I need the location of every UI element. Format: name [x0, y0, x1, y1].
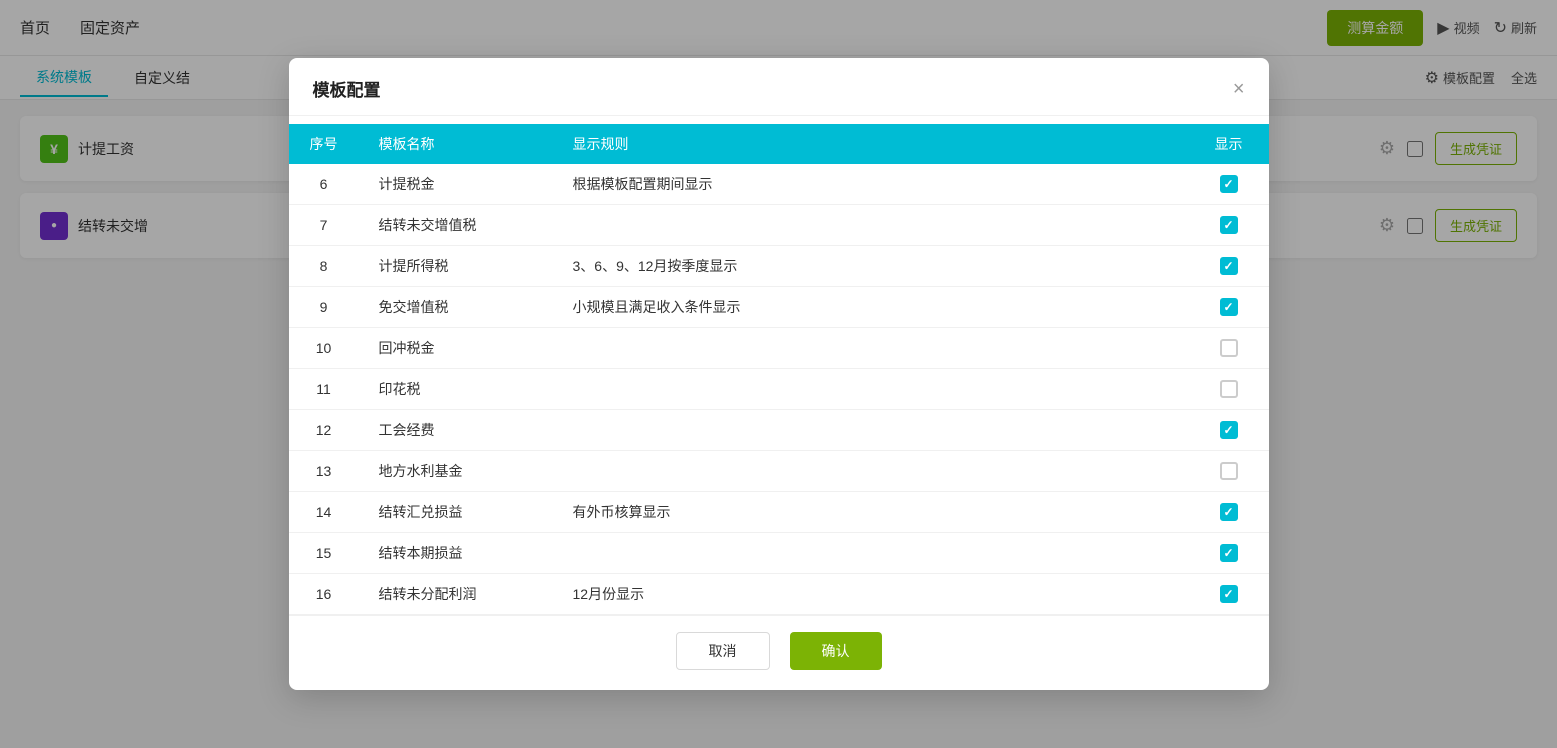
- row-name: 结转未分配利润: [359, 574, 559, 615]
- row-id: 11: [289, 369, 359, 410]
- table-row: 6计提税金根据模板配置期间显示: [289, 164, 1269, 205]
- modal-title: 模板配置: [313, 76, 381, 101]
- row-checkbox-16[interactable]: [1220, 585, 1238, 603]
- row-name: 结转汇兑损益: [359, 492, 559, 533]
- row-checkbox-10[interactable]: [1220, 339, 1238, 357]
- col-header-display: 显示: [1189, 124, 1269, 164]
- row-rule: [559, 410, 1189, 451]
- row-checkbox-cell: [1189, 205, 1269, 246]
- table-row: 16结转未分配利润12月份显示: [289, 574, 1269, 615]
- row-rule: [559, 451, 1189, 492]
- row-id: 16: [289, 574, 359, 615]
- row-checkbox-7[interactable]: [1220, 216, 1238, 234]
- col-header-rule: 显示规则: [559, 124, 1189, 164]
- row-name: 印花税: [359, 369, 559, 410]
- modal-overlay: 模板配置 × 序号 模板名称 显示规则 显示 6计提税金根据模板配置期间显示7结…: [0, 0, 1557, 748]
- row-name: 工会经费: [359, 410, 559, 451]
- row-id: 7: [289, 205, 359, 246]
- row-checkbox-cell: [1189, 328, 1269, 369]
- row-checkbox-cell: [1189, 164, 1269, 205]
- row-name: 结转本期损益: [359, 533, 559, 574]
- modal-body: 序号 模板名称 显示规则 显示 6计提税金根据模板配置期间显示7结转未交增值税8…: [289, 116, 1269, 615]
- row-id: 14: [289, 492, 359, 533]
- table-row: 11印花税: [289, 369, 1269, 410]
- table-row: 12工会经费: [289, 410, 1269, 451]
- row-id: 12: [289, 410, 359, 451]
- row-rule: 根据模板配置期间显示: [559, 164, 1189, 205]
- row-checkbox-14[interactable]: [1220, 503, 1238, 521]
- row-name: 地方水利基金: [359, 451, 559, 492]
- row-rule: [559, 369, 1189, 410]
- row-checkbox-9[interactable]: [1220, 298, 1238, 316]
- row-checkbox-12[interactable]: [1220, 421, 1238, 439]
- row-name: 免交增值税: [359, 287, 559, 328]
- row-id: 6: [289, 164, 359, 205]
- row-checkbox-cell: [1189, 246, 1269, 287]
- row-name: 计提税金: [359, 164, 559, 205]
- row-checkbox-11[interactable]: [1220, 380, 1238, 398]
- row-checkbox-13[interactable]: [1220, 462, 1238, 480]
- table-row: 15结转本期损益: [289, 533, 1269, 574]
- row-id: 8: [289, 246, 359, 287]
- row-checkbox-cell: [1189, 410, 1269, 451]
- cancel-button[interactable]: 取消: [676, 632, 770, 670]
- row-checkbox-cell: [1189, 574, 1269, 615]
- row-checkbox-cell: [1189, 369, 1269, 410]
- col-header-id: 序号: [289, 124, 359, 164]
- modal-footer: 取消 确认: [289, 615, 1269, 690]
- row-checkbox-15[interactable]: [1220, 544, 1238, 562]
- row-id: 13: [289, 451, 359, 492]
- row-id: 10: [289, 328, 359, 369]
- template-config-modal: 模板配置 × 序号 模板名称 显示规则 显示 6计提税金根据模板配置期间显示7结…: [289, 58, 1269, 690]
- row-rule: [559, 533, 1189, 574]
- row-name: 结转未交增值税: [359, 205, 559, 246]
- row-checkbox-cell: [1189, 287, 1269, 328]
- row-checkbox-cell: [1189, 492, 1269, 533]
- table-row: 9免交增值税小规模且满足收入条件显示: [289, 287, 1269, 328]
- row-rule: 3、6、9、12月按季度显示: [559, 246, 1189, 287]
- table-row: 10回冲税金: [289, 328, 1269, 369]
- row-rule: 有外币核算显示: [559, 492, 1189, 533]
- col-header-name: 模板名称: [359, 124, 559, 164]
- confirm-button[interactable]: 确认: [790, 632, 882, 670]
- row-id: 9: [289, 287, 359, 328]
- row-name: 回冲税金: [359, 328, 559, 369]
- row-rule: [559, 328, 1189, 369]
- config-table: 序号 模板名称 显示规则 显示 6计提税金根据模板配置期间显示7结转未交增值税8…: [289, 124, 1269, 615]
- row-name: 计提所得税: [359, 246, 559, 287]
- modal-header: 模板配置 ×: [289, 58, 1269, 116]
- row-rule: 小规模且满足收入条件显示: [559, 287, 1189, 328]
- modal-close-button[interactable]: ×: [1233, 79, 1245, 99]
- row-rule: [559, 205, 1189, 246]
- row-rule: 12月份显示: [559, 574, 1189, 615]
- row-checkbox-6[interactable]: [1220, 175, 1238, 193]
- row-checkbox-8[interactable]: [1220, 257, 1238, 275]
- row-checkbox-cell: [1189, 451, 1269, 492]
- table-row: 13地方水利基金: [289, 451, 1269, 492]
- table-row: 8计提所得税3、6、9、12月按季度显示: [289, 246, 1269, 287]
- row-checkbox-cell: [1189, 533, 1269, 574]
- table-row: 7结转未交增值税: [289, 205, 1269, 246]
- table-row: 14结转汇兑损益有外币核算显示: [289, 492, 1269, 533]
- row-id: 15: [289, 533, 359, 574]
